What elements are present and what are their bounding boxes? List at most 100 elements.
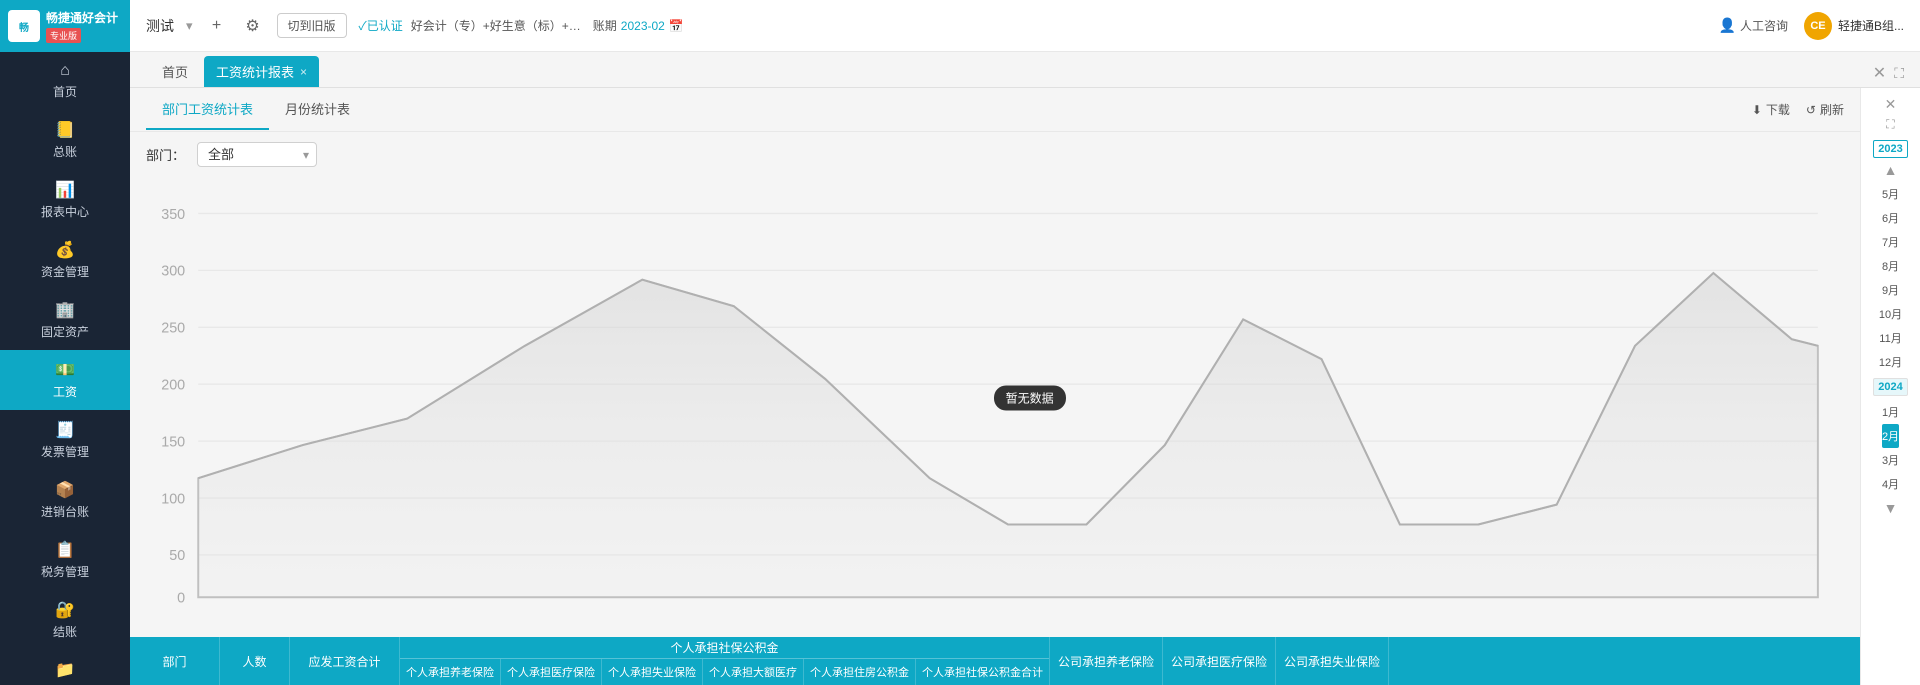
nav-icon: 🔐 (55, 600, 75, 620)
subtab-月份统计表[interactable]: 月份统计表 (269, 89, 366, 130)
refresh-button[interactable]: ↺ 刷新 (1806, 101, 1844, 118)
gcol-个人承担住房公积金: 个人承担住房公积金 (804, 659, 916, 685)
old-version-button[interactable]: 切到旧版 (277, 13, 347, 38)
topbar-right: 👤 人工咨询 CE 轻捷通B组... (1719, 12, 1904, 40)
subtab-部门工资统计表[interactable]: 部门工资统计表 (146, 89, 269, 130)
service-icon: 👤 (1719, 17, 1736, 34)
sidebar-item-固定资产[interactable]: 🏢固定资产 (0, 290, 130, 350)
gcol-个人承担社保公积金合计: 个人承担社保公积金合计 (916, 659, 1049, 685)
nav-icon: ⌂ (60, 62, 70, 80)
year-2024-label[interactable]: 2024 (1873, 378, 1907, 396)
month-2月[interactable]: 2月 (1882, 424, 1899, 448)
month-1月[interactable]: 1月 (1882, 400, 1899, 424)
panel-expand-icon[interactable]: ⛶ (1886, 117, 1894, 132)
nav-icon: 📋 (55, 540, 75, 560)
content-with-panel: 部门工资统计表月份统计表 ⬇ 下载 ↺ 刷新 部门： 全部部门A部门B (130, 88, 1920, 685)
tab-expand-icon[interactable]: ⛶ (1894, 65, 1904, 82)
month-9月[interactable]: 9月 (1879, 278, 1902, 302)
months-bottom: 1月2月3月4月 (1882, 400, 1899, 496)
sidebar-item-发票管理[interactable]: 🧾发票管理 (0, 410, 130, 470)
gcol-个人承担养老保险: 个人承担养老保险 (400, 659, 501, 685)
period-area: 账期 2023-02 📅 (593, 17, 684, 34)
topbar: 测试 ▾ + ⚙ 切到旧版 ✓已认证 好会计（专）+好生意（标）+… 账期 20… (130, 0, 1920, 52)
year-label[interactable]: 2023 (1873, 140, 1907, 158)
month-7月[interactable]: 7月 (1879, 230, 1902, 254)
nav-icon: 💰 (55, 240, 75, 260)
chart-area: 350 300 250 200 150 100 50 0 (130, 177, 1860, 637)
col-部门: 部门 (130, 637, 220, 685)
service-button[interactable]: 👤 人工咨询 (1719, 17, 1788, 34)
col-公司承担医疗保险: 公司承担医疗保险 (1163, 637, 1276, 685)
chart-svg: 350 300 250 200 150 100 50 0 (146, 187, 1844, 637)
svg-text:0: 0 (177, 591, 185, 607)
sidebar-item-归档管理[interactable]: 📁归档管理 (0, 650, 130, 685)
tab-salary-report[interactable]: 工资统计报表 × (204, 56, 319, 87)
accounting-type: 好会计（专）+好生意（标）+… (411, 17, 581, 34)
sidebar: 畅 畅捷通好会计 专业版 ⌂首页📒总账📊报表中心💰资金管理🏢固定资产💵工资🧾发票… (0, 0, 130, 685)
tab-close-panel-icon[interactable]: ✕ (1873, 63, 1886, 83)
settings-button[interactable]: ⚙ (241, 14, 265, 38)
subtabs-right: ⬇ 下载 ↺ 刷新 (1752, 101, 1844, 118)
col-公司承担失业保险: 公司承担失业保险 (1276, 637, 1389, 685)
sidebar-nav: ⌂首页📒总账📊报表中心💰资金管理🏢固定资产💵工资🧾发票管理📦进销台账📋税务管理🔐… (0, 52, 130, 685)
sidebar-item-工资[interactable]: 💵工资 (0, 350, 130, 410)
scroll-up-icon[interactable]: ▲ (1884, 162, 1898, 178)
filter-label: 部门： (146, 145, 185, 164)
month-4月[interactable]: 4月 (1882, 472, 1899, 496)
department-select[interactable]: 全部部门A部门B (197, 142, 317, 167)
side-panel: ✕ ⛶ 2023 ▲ 5月6月7月8月9月10月11月12月 2024 1月2月… (1860, 88, 1920, 685)
scroll-down-icon[interactable]: ▼ (1884, 500, 1898, 516)
nav-icon: 📒 (55, 120, 75, 140)
sidebar-item-总账[interactable]: 📒总账 (0, 110, 130, 170)
svg-text:50: 50 (169, 548, 185, 564)
month-11月[interactable]: 11月 (1879, 326, 1902, 350)
tab-home[interactable]: 首页 (146, 56, 204, 87)
svg-text:100: 100 (161, 491, 185, 507)
svg-text:300: 300 (161, 264, 185, 280)
subtabs-left: 部门工资统计表月份统计表 (146, 89, 366, 130)
sidebar-item-资金管理[interactable]: 💰资金管理 (0, 230, 130, 290)
user-name: 轻捷通B组... (1838, 17, 1904, 34)
sidebar-item-结账[interactable]: 🔐结账 (0, 590, 130, 650)
content-main: 部门工资统计表月份统计表 ⬇ 下载 ↺ 刷新 部门： 全部部门A部门B (130, 88, 1860, 685)
verified-status: ✓已认证 (359, 17, 403, 34)
main-area: 测试 ▾ + ⚙ 切到旧版 ✓已认证 好会计（专）+好生意（标）+… 账期 20… (130, 0, 1920, 685)
svg-text:150: 150 (161, 434, 185, 450)
logo-area: 畅 畅捷通好会计 专业版 (0, 0, 130, 52)
company-dropdown-icon[interactable]: ▾ (186, 18, 193, 34)
sidebar-item-报表中心[interactable]: 📊报表中心 (0, 170, 130, 230)
download-button[interactable]: ⬇ 下载 (1752, 101, 1790, 118)
sidebar-item-进销台账[interactable]: 📦进销台账 (0, 470, 130, 530)
sidebar-item-税务管理[interactable]: 📋税务管理 (0, 530, 130, 590)
user-area[interactable]: CE 轻捷通B组... (1804, 12, 1904, 40)
month-10月[interactable]: 10月 (1879, 302, 1902, 326)
months-top: 5月6月7月8月9月10月11月12月 (1879, 182, 1902, 374)
filterbar: 部门： 全部部门A部门B (130, 132, 1860, 177)
subtabs: 部门工资统计表月份统计表 ⬇ 下载 ↺ 刷新 (130, 88, 1860, 132)
panel-close-icon[interactable]: ✕ (1885, 96, 1897, 113)
nav-icon: 🏢 (55, 300, 75, 320)
month-3月[interactable]: 3月 (1882, 448, 1899, 472)
tab-close-icon[interactable]: × (300, 65, 307, 79)
nav-icon: 📁 (55, 660, 75, 680)
avatar: CE (1804, 12, 1832, 40)
group-title: 个人承担社保公积金 (400, 637, 1049, 659)
sidebar-item-首页[interactable]: ⌂首页 (0, 52, 130, 110)
nav-icon: 💵 (55, 360, 75, 380)
svg-text:200: 200 (161, 377, 185, 393)
add-button[interactable]: + (205, 14, 229, 38)
month-8月[interactable]: 8月 (1879, 254, 1902, 278)
nav-icon: 📦 (55, 480, 75, 500)
col-公司承担养老保险: 公司承担养老保险 (1050, 637, 1163, 685)
month-6月[interactable]: 6月 (1879, 206, 1902, 230)
calendar-icon[interactable]: 📅 (669, 19, 684, 33)
tabbar: 首页 工资统计报表 × ✕ ⛶ (130, 52, 1920, 88)
logo-text: 畅捷通好会计 专业版 (46, 9, 118, 43)
month-12月[interactable]: 12月 (1879, 350, 1902, 374)
table-header: 部门人数应发工资合计个人承担社保公积金个人承担养老保险个人承担医疗保险个人承担失… (130, 637, 1860, 685)
gcol-个人承担失业保险: 个人承担失业保险 (602, 659, 703, 685)
period-label: 账期 (593, 17, 617, 34)
status-area: ✓已认证 好会计（专）+好生意（标）+… (359, 17, 581, 34)
month-5月[interactable]: 5月 (1879, 182, 1902, 206)
col-group-social: 个人承担社保公积金个人承担养老保险个人承担医疗保险个人承担失业保险个人承担大额医… (400, 637, 1050, 685)
